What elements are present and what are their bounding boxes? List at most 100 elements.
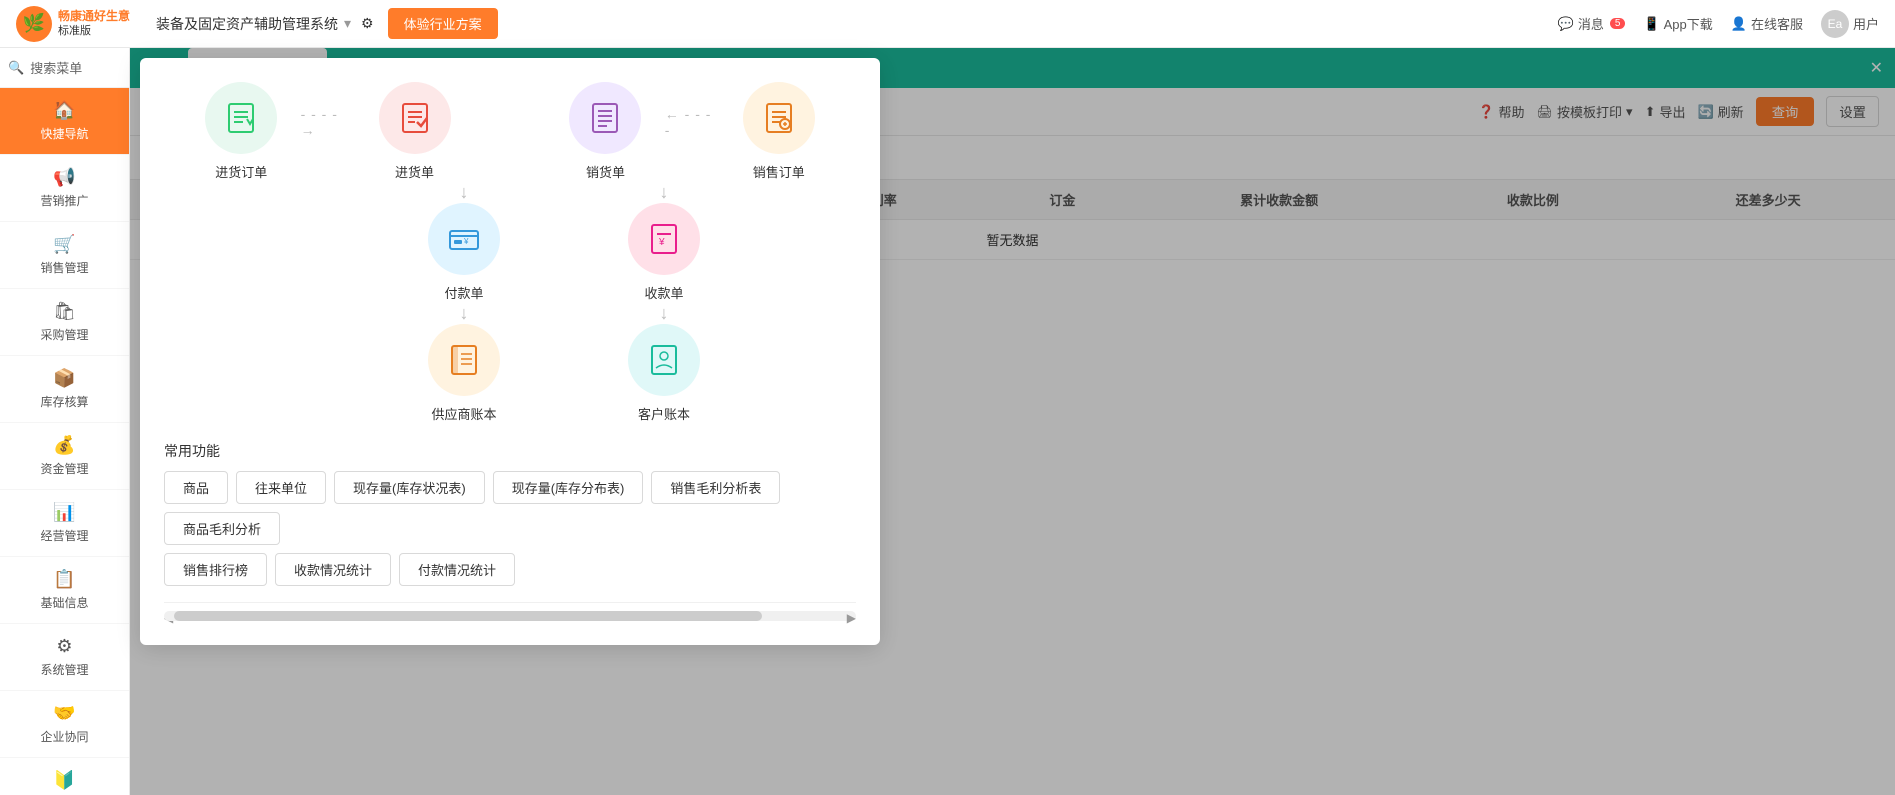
sidebar-item-basic-info[interactable]: 📋 基础信息 [0, 557, 129, 624]
func-btn-product-margin[interactable]: 商品毛利分析 [164, 512, 280, 545]
func-btn-stock-dist[interactable]: 现存量(库存分布表) [493, 471, 644, 504]
customer-ledger-label: 客户账本 [638, 404, 690, 423]
modal-scroll-area: ◀ ▶ [164, 602, 856, 621]
online-service-button[interactable]: 👤 在线客服 [1731, 14, 1803, 33]
new-guide-icon: 🔰 [53, 770, 75, 791]
modal-dialog: 进货订单 - - - - → [140, 58, 880, 645]
logo-text: 畅康通好生意 标准版 [58, 9, 130, 39]
sidebar-search[interactable]: 🔍 搜索菜单 [0, 48, 129, 88]
arrow-down-pb: ↓ [404, 181, 524, 203]
func-btn-receipt-stats[interactable]: 收款情况统计 [275, 553, 391, 586]
flow-node-receipt: ¥ 收款单 [604, 203, 724, 302]
sidebar-item-finance[interactable]: 💰 资金管理 [0, 423, 129, 490]
arrow-down-sb: ↓ [604, 181, 724, 203]
arrow-down-receipt: ↓ [604, 302, 724, 324]
func-btn-stock-status[interactable]: 现存量(库存状况表) [334, 471, 485, 504]
system-icon: ⚙ [56, 636, 72, 657]
sidebar-label-operations: 经营管理 [40, 527, 88, 544]
scrollbar-thumb[interactable] [174, 611, 762, 621]
modal-overlay: 进货订单 - - - - → [130, 48, 1895, 795]
finance-icon: 💰 [53, 435, 75, 456]
logo-line2: 标准版 [58, 24, 130, 38]
flow-node-sales-bill: 销货单 [548, 82, 663, 181]
sidebar-item-purchase[interactable]: 🛍 采购管理 [0, 289, 129, 356]
service-icon: 👤 [1731, 16, 1747, 32]
sidebar-label-basic-info: 基础信息 [40, 594, 88, 611]
sidebar-item-sales[interactable]: 🛒 销售管理 [0, 222, 129, 289]
app-container: 🌿 畅康通好生意 标准版 装备及固定资产辅助管理系统 ▾ ⚙ 体验行业方案 💬 … [0, 0, 1895, 795]
sales-bill-circle [569, 82, 641, 154]
sidebar-item-inventory[interactable]: 📦 库存核算 [0, 356, 129, 423]
trial-button[interactable]: 体验行业方案 [388, 8, 498, 39]
arrow-po-to-pb: - - - - → [299, 106, 358, 138]
purchase-order-label: 进货订单 [215, 162, 267, 181]
sales-icon: 🛒 [53, 234, 75, 255]
scrollbar-track[interactable] [164, 611, 856, 621]
basic-info-icon: 📋 [53, 569, 75, 590]
sidebar-label-sales: 销售管理 [40, 259, 88, 276]
func-btn-payment-stats[interactable]: 付款情况统计 [399, 553, 515, 586]
scroll-right-arrow[interactable]: ▶ [847, 611, 856, 625]
arrow-so-to-sb: ← - - - - [663, 106, 722, 138]
marketing-icon: 📢 [53, 167, 75, 188]
scrollbar-container: ◀ ▶ [164, 611, 856, 621]
flow-row-5: 供应商账本 客户账本 [164, 324, 856, 423]
sidebar-item-marketing[interactable]: 📢 营销推广 [0, 155, 129, 222]
arrow-down-payment: ↓ [404, 302, 524, 324]
sidebar: 🔍 搜索菜单 🏠 快捷导航 📢 营销推广 🛒 销售管理 🛍 采购管理 📦 [0, 48, 130, 795]
receipt-circle: ¥ [628, 203, 700, 275]
sidebar-item-new-guide[interactable]: 🔰 新手引导 [0, 758, 129, 795]
flow-row-3: ¥ 付款单 ¥ 收款单 [164, 203, 856, 302]
func-btn-product[interactable]: 商品 [164, 471, 228, 504]
purchase-bill-label: 进货单 [395, 162, 434, 181]
user-area[interactable]: Ea 用户 [1821, 10, 1879, 38]
message-button[interactable]: 💬 消息 5 [1558, 14, 1626, 33]
settings-icon[interactable]: ⚙ [361, 15, 374, 32]
flow-node-purchase-bill: 进货单 [357, 82, 472, 181]
system-title-area: 装备及固定资产辅助管理系统 ▾ ⚙ [156, 14, 374, 34]
system-title-text: 装备及固定资产辅助管理系统 [156, 14, 338, 34]
sidebar-label-purchase: 采购管理 [40, 326, 88, 343]
sidebar-label-quick-nav: 快捷导航 [40, 125, 88, 142]
app-download-button[interactable]: 📱 App下载 [1643, 14, 1712, 33]
supplier-ledger-icon [446, 342, 482, 378]
logo-icon: 🌿 [16, 6, 52, 42]
sidebar-item-quick-nav[interactable]: 🏠 快捷导航 [0, 88, 129, 155]
sidebar-item-system[interactable]: ⚙ 系统管理 [0, 624, 129, 691]
user-label: 用户 [1853, 14, 1879, 33]
func-btn-partner[interactable]: 往来单位 [236, 471, 326, 504]
sidebar-label-inventory: 库存核算 [40, 393, 88, 410]
func-btn-sales-margin[interactable]: 销售毛利分析表 [651, 471, 780, 504]
purchase-order-circle [205, 82, 277, 154]
common-buttons-grid: 商品 往来单位 现存量(库存状况表) 现存量(库存分布表) 销售毛利分析表 商品… [164, 471, 856, 545]
inventory-icon: 📦 [53, 368, 75, 389]
func-btn-sales-ranking[interactable]: 销售排行榜 [164, 553, 267, 586]
svg-text:¥: ¥ [463, 237, 469, 246]
sidebar-label-marketing: 营销推广 [40, 192, 88, 209]
logo-line1: 畅康通好生意 [58, 9, 130, 25]
online-service-label: 在线客服 [1751, 14, 1803, 33]
app-download-label: App下载 [1664, 14, 1713, 33]
sales-order-label: 销售订单 [753, 162, 805, 181]
purchase-bill-circle [379, 82, 451, 154]
receipt-label: 收款单 [644, 283, 683, 302]
flow-node-customer-ledger: 客户账本 [604, 324, 724, 423]
system-dropdown-icon[interactable]: ▾ [344, 15, 351, 32]
sidebar-item-operations[interactable]: 📊 经营管理 [0, 490, 129, 557]
message-icon: 💬 [1558, 16, 1574, 32]
sidebar-item-enterprise[interactable]: 🤝 企业协同 [0, 691, 129, 758]
operations-icon: 📊 [53, 502, 75, 523]
message-badge: 5 [1610, 18, 1626, 29]
sales-order-icon [761, 100, 797, 136]
common-functions-section: 常用功能 商品 往来单位 现存量(库存状况表) 现存量(库存分布表) 销售毛利分… [164, 441, 856, 586]
supplier-ledger-label: 供应商账本 [431, 404, 496, 423]
logo-area: 🌿 畅康通好生意 标准版 [16, 6, 146, 42]
flow-arrows-row4: ↓ ↓ [164, 302, 856, 324]
payment-icon: ¥ [446, 221, 482, 257]
sidebar-label-finance: 资金管理 [40, 460, 88, 477]
purchase-icon: 🛍 [53, 301, 76, 322]
common-functions-title: 常用功能 [164, 441, 856, 461]
flow-node-payment: ¥ 付款单 [404, 203, 524, 302]
search-icon: 🔍 [8, 60, 24, 76]
download-icon: 📱 [1643, 16, 1659, 32]
